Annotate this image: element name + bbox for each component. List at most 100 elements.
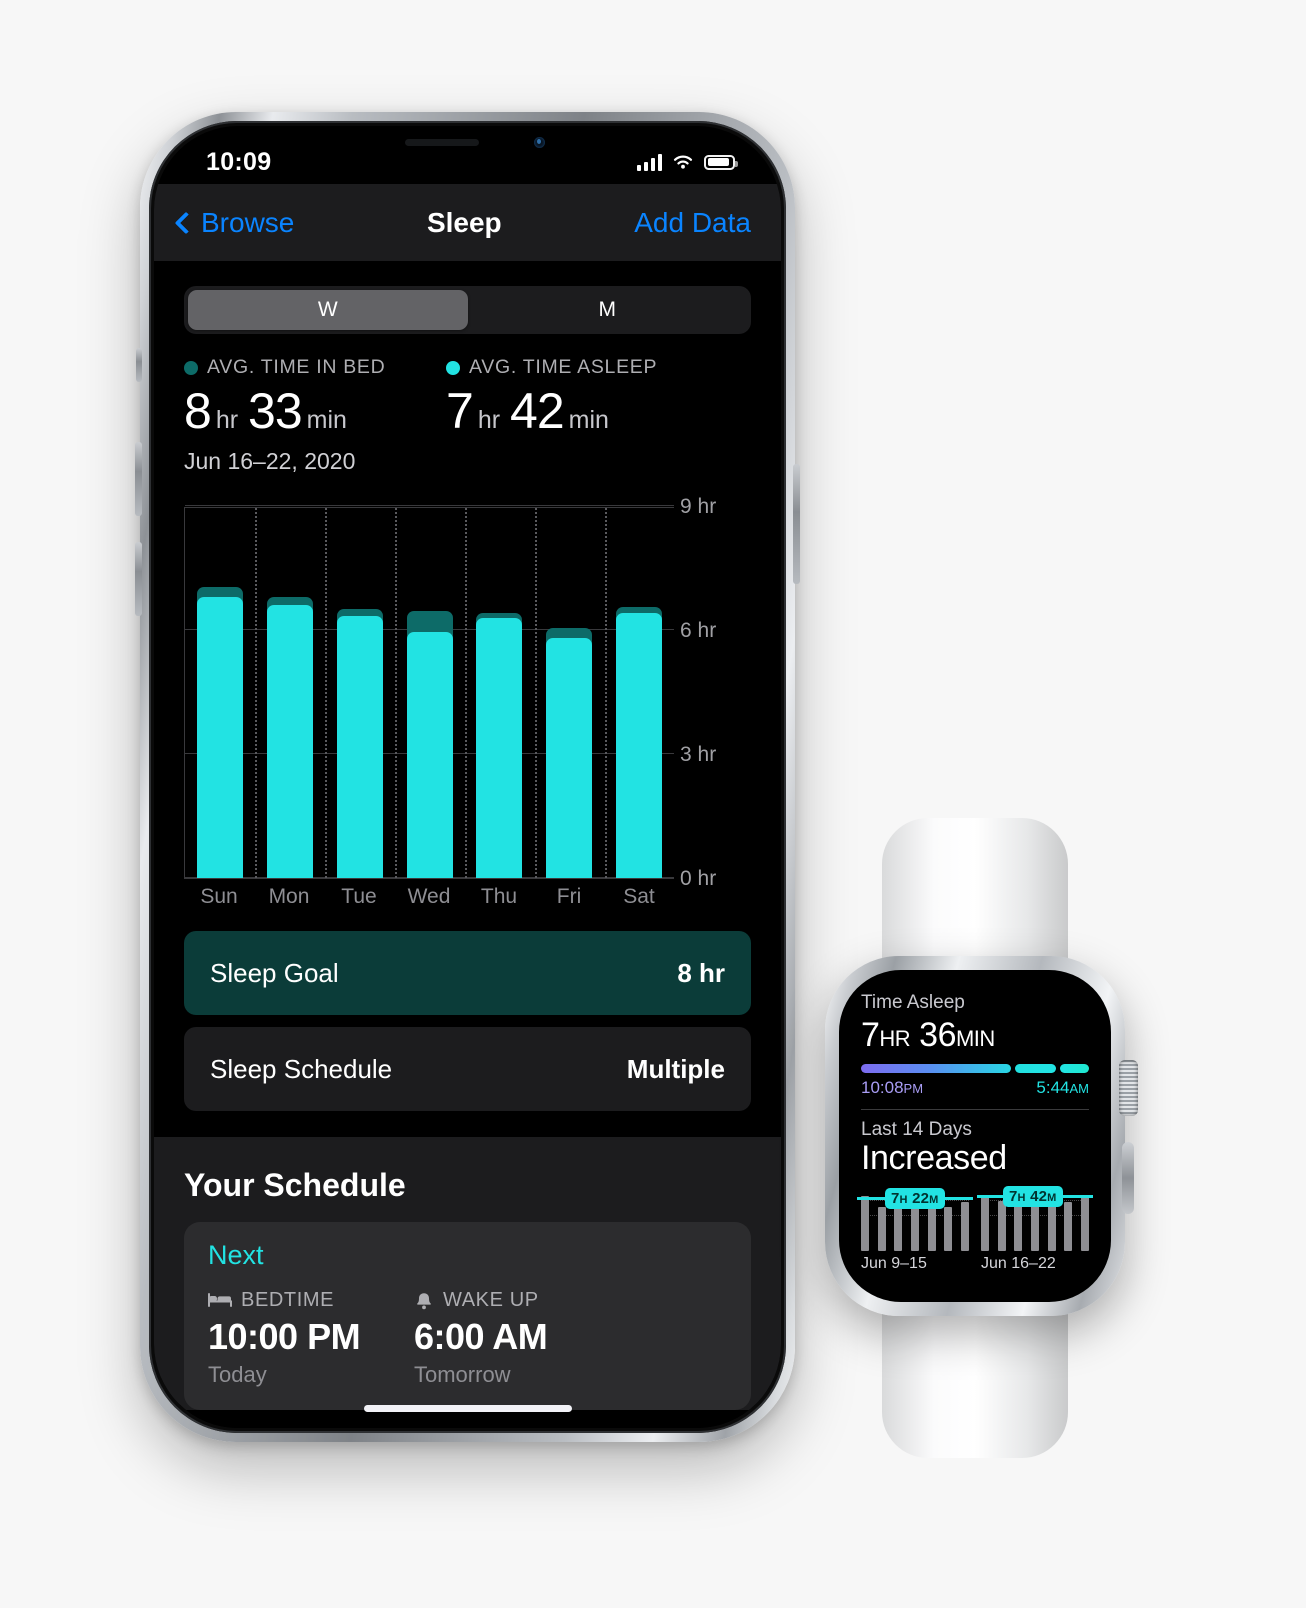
back-button[interactable]: Browse	[174, 207, 294, 239]
watch-side-button[interactable]	[1122, 1142, 1134, 1214]
watch-screen[interactable]: Time Asleep 7HR 36MIN 10:08PM 5:44AM Las…	[839, 970, 1111, 1302]
chart-x-tick: Mon	[268, 885, 310, 908]
navigation-bar: Browse Sleep Add Data	[154, 184, 781, 262]
watch-mini-chart-group: 7H 42M	[977, 1185, 1093, 1251]
stat-minutes: 33	[248, 383, 303, 439]
chart-bar-column[interactable]	[604, 508, 674, 878]
chart-bar-column[interactable]	[534, 508, 604, 878]
legend-dot-time-asleep	[446, 360, 460, 375]
next-schedule-card[interactable]: Next BEDTIME 10:00 PM Today WAKE UP 6:00…	[184, 1222, 751, 1410]
bar-time-in-bed	[196, 586, 243, 878]
watch-sleep-times: 10:08PM 5:44AM	[861, 1078, 1089, 1098]
chevron-left-icon	[174, 211, 198, 234]
watch-mini-average-badge: 7H 22M	[885, 1187, 945, 1209]
bar-time-in-bed	[336, 609, 383, 878]
bar-time-asleep	[196, 596, 243, 878]
chart-date-range: Jun 16–22, 2020	[184, 448, 356, 474]
bar-time-in-bed	[266, 596, 313, 878]
sleep-schedule-row[interactable]: Sleep Schedule Multiple	[184, 1027, 751, 1111]
watch-asleep-hours: 7	[861, 1016, 880, 1054]
watch-sleep-segment	[861, 1064, 1011, 1073]
sleep-bar-chart[interactable]: 0 hr 3 hr 6 hr 9 hr Sun Mon Tue Wed Thu Fri Sat	[184, 489, 779, 909]
watch-sleep-segment-bar	[861, 1064, 1089, 1073]
bedtime-label: BEDTIME	[241, 1289, 335, 1311]
stat-header: AVG. TIME IN BED	[184, 356, 446, 379]
status-bar-clock: 10:09	[206, 147, 272, 176]
stat-value: 7 hr 42 min	[446, 382, 708, 440]
chart-bar-column[interactable]	[185, 508, 255, 878]
range-segmented-control[interactable]: W M	[184, 286, 751, 334]
watch-mini-bar	[944, 1206, 953, 1251]
chart-x-tick: Thu	[480, 885, 518, 908]
iphone-screen: 10:09 Browse Sleep Add Data W M AVG. TIM…	[154, 126, 781, 1428]
stat-value: 8 hr 33 min	[184, 382, 446, 440]
wakeup-label: WAKE UP	[443, 1289, 539, 1311]
watch-mini-date-2: Jun 16–22	[981, 1255, 1056, 1272]
chart-y-axis-labels: 0 hr 3 hr 6 hr 9 hr	[680, 489, 780, 897]
section-divider	[154, 1111, 781, 1137]
chart-x-tick: Wed	[407, 885, 451, 908]
watch-trend-value: Increased	[861, 1139, 1007, 1177]
status-bar-indicators	[636, 153, 738, 171]
watch-mini-average-badge: 7H 42M	[1003, 1185, 1063, 1207]
chart-gridline	[185, 505, 674, 506]
chart-x-axis-labels: Sun Mon Tue Wed Thu Fri Sat	[184, 885, 674, 909]
your-schedule-title: Your Schedule	[184, 1167, 406, 1203]
watch-mini-bar	[960, 1201, 969, 1251]
watch-mini-bar	[877, 1207, 886, 1251]
iphone-volume-up-button[interactable]	[135, 442, 142, 516]
bar-time-in-bed	[616, 607, 663, 878]
chart-bars	[185, 508, 674, 878]
iphone-bezel: 10:09 Browse Sleep Add Data W M AVG. TIM…	[149, 121, 786, 1433]
wakeup-header: WAKE UP	[414, 1289, 614, 1312]
chart-bar-column[interactable]	[255, 508, 325, 878]
stat-minutes: 42	[510, 383, 565, 439]
add-data-button[interactable]: Add Data	[634, 207, 751, 239]
stat-hours: 8	[184, 383, 212, 439]
bell-icon	[417, 1292, 431, 1309]
segment-month[interactable]: M	[468, 290, 748, 330]
watch-mini-bar	[1080, 1195, 1089, 1251]
watch-sleep-segment	[1059, 1064, 1089, 1073]
digital-crown[interactable]	[1119, 1060, 1138, 1116]
watch-time-asleep-value: 7HR 36MIN	[861, 1016, 1089, 1055]
stat-hours-unit: hr	[477, 406, 501, 434]
watch-waketime: 5:44AM	[1036, 1078, 1089, 1097]
iphone-side-button[interactable]	[793, 464, 800, 584]
chart-bar-column[interactable]	[325, 508, 395, 878]
bar-time-asleep	[406, 632, 453, 878]
sleep-averages: AVG. TIME IN BED 8 hr 33 min AVG. TIME A…	[184, 356, 781, 440]
watch-14day-chart: 7H 22M 7H 42M	[857, 1185, 1093, 1251]
stat-hours-unit: hr	[215, 406, 239, 434]
sleep-goal-row[interactable]: Sleep Goal 8 hr	[184, 931, 751, 1015]
watch-bedtime: 10:08PM	[861, 1078, 924, 1097]
bar-time-asleep	[616, 613, 663, 878]
bar-time-in-bed	[546, 627, 593, 878]
watch-sleep-segment	[1014, 1064, 1056, 1073]
iphone-volume-down-button[interactable]	[135, 542, 142, 616]
sleep-goal-label: Sleep Goal	[210, 957, 339, 988]
watch-asleep-hours-unit: HR	[879, 1026, 911, 1051]
chart-x-tick: Tue	[341, 885, 377, 908]
sleep-schedule-label: Sleep Schedule	[210, 1053, 393, 1084]
cellular-bars-icon	[636, 153, 662, 171]
stat-label: AVG. TIME ASLEEP	[469, 356, 658, 378]
chart-bar-column[interactable]	[464, 508, 534, 878]
bar-time-asleep	[266, 605, 313, 878]
bar-time-asleep	[546, 638, 593, 878]
legend-dot-time-in-bed	[184, 360, 198, 375]
home-indicator[interactable]	[363, 1405, 572, 1412]
chart-bar-column[interactable]	[395, 508, 465, 878]
sleep-goal-value: 8 hr	[677, 957, 725, 988]
screenshot-stage: 10:09 Browse Sleep Add Data W M AVG. TIM…	[0, 0, 1306, 1608]
stat-minutes-unit: min	[306, 406, 347, 434]
sleep-schedule-value: Multiple	[626, 1053, 725, 1084]
iphone-mute-switch[interactable]	[136, 348, 142, 382]
sleep-content-scroll[interactable]: W M AVG. TIME IN BED 8 hr 33 min AVG. TI…	[154, 262, 781, 1428]
chart-x-tick: Fri	[556, 885, 582, 908]
segment-week[interactable]: W	[188, 290, 468, 330]
wifi-icon	[673, 155, 693, 169]
bar-time-in-bed	[476, 613, 523, 878]
watch-mini-date-1: Jun 9–15	[861, 1255, 927, 1272]
wakeup-day: Tomorrow	[414, 1362, 511, 1387]
